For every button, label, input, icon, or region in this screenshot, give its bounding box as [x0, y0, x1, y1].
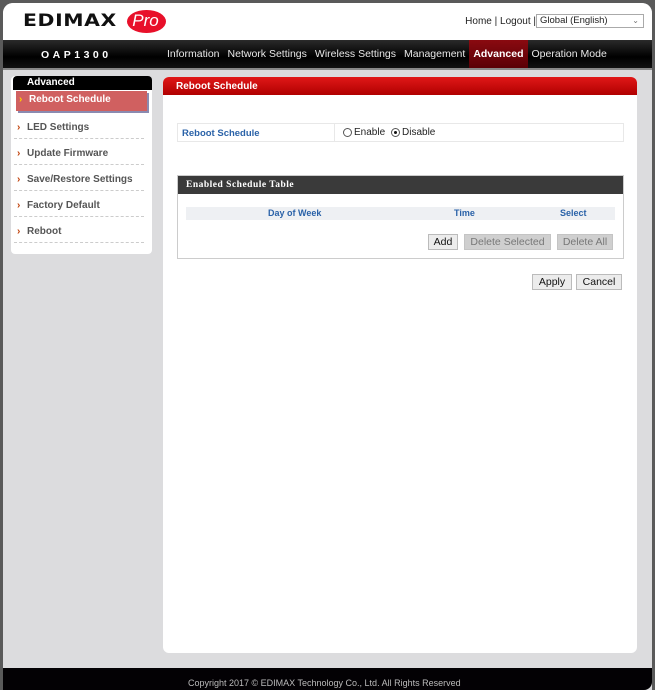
sidebar-item-factory-default[interactable]: › Factory Default: [14, 197, 144, 217]
logout-link[interactable]: Logout: [500, 16, 531, 27]
home-link[interactable]: Home: [465, 16, 492, 27]
add-button[interactable]: Add: [428, 234, 458, 250]
page-frame: EDIMAX Pro Home | Logout | Global (Engli…: [3, 3, 652, 690]
cancel-button[interactable]: Cancel: [576, 274, 622, 290]
disable-label: Disable: [402, 127, 436, 138]
logo-badge: Pro: [127, 9, 166, 33]
sidebar-item-led-settings[interactable]: › LED Settings: [14, 119, 144, 139]
reboot-schedule-label: Reboot Schedule: [182, 128, 260, 139]
language-select[interactable]: Global (English) ⌄: [536, 14, 644, 28]
nav-network-settings[interactable]: Network Settings: [224, 40, 311, 68]
delete-selected-button[interactable]: Delete Selected: [464, 234, 551, 250]
reboot-schedule-row: Reboot Schedule Enable Disable: [177, 123, 624, 142]
footer: Copyright 2017 © EDIMAX Technology Co., …: [3, 668, 652, 690]
main-nav: OAP1300 Information Network Settings Wir…: [3, 40, 652, 70]
sidebar-item-label: Reboot: [27, 226, 62, 237]
schedule-table: Enabled Schedule Table Day of Week Time …: [177, 175, 624, 259]
sidebar-item-label: Save/Restore Settings: [27, 174, 133, 185]
edimax-logo: EDIMAX Pro: [23, 9, 166, 33]
sidebar-title: Advanced: [13, 76, 152, 90]
sidebar-item-save-restore-settings[interactable]: › Save/Restore Settings: [14, 171, 144, 191]
nav-information[interactable]: Information: [163, 40, 224, 68]
separator: |: [494, 16, 498, 27]
sidebar-item-label: LED Settings: [27, 122, 90, 133]
delete-all-button[interactable]: Delete All: [557, 234, 613, 250]
nav-items: Information Network Settings Wireless Se…: [163, 40, 611, 68]
chevron-right-icon: ›: [17, 226, 21, 237]
sidebar-item-label: Factory Default: [27, 200, 100, 211]
column-select: Select: [560, 208, 587, 218]
divider: [334, 124, 335, 141]
sidebar-item-update-firmware[interactable]: › Update Firmware: [14, 145, 144, 165]
copyright-text: Copyright 2017 © EDIMAX Technology Co., …: [188, 678, 461, 688]
nav-management[interactable]: Management: [400, 40, 469, 68]
sidebar-item-reboot-schedule[interactable]: › Reboot Schedule: [16, 91, 147, 111]
disable-radio[interactable]: Disable: [391, 127, 435, 138]
header: EDIMAX Pro Home | Logout | Global (Engli…: [3, 3, 652, 40]
radio-selected-icon: [391, 128, 400, 137]
sidebar-item-reboot[interactable]: › Reboot: [14, 223, 144, 243]
sidebar-item-label: Reboot Schedule: [29, 94, 111, 105]
nav-wireless-settings[interactable]: Wireless Settings: [311, 40, 400, 68]
model-name: OAP1300: [41, 49, 112, 61]
chevron-down-icon: ⌄: [632, 16, 639, 25]
chevron-right-icon: ›: [17, 174, 21, 185]
top-links: Home | Logout |: [465, 16, 536, 27]
content-panel: Reboot Schedule Reboot Schedule Enable D…: [163, 77, 637, 653]
language-value: Global (English): [540, 15, 608, 26]
chevron-right-icon: ›: [17, 200, 21, 211]
logo-text: EDIMAX: [23, 11, 117, 31]
radio-icon: [343, 128, 352, 137]
chevron-right-icon: ›: [17, 148, 21, 159]
nav-advanced[interactable]: Advanced: [469, 40, 528, 68]
sidebar: Advanced › Reboot Schedule › LED Setting…: [11, 76, 152, 254]
nav-operation-mode[interactable]: Operation Mode: [528, 40, 611, 68]
schedule-table-title: Enabled Schedule Table: [178, 176, 623, 194]
enable-label: Enable: [354, 127, 386, 138]
column-day-of-week: Day of Week: [268, 208, 322, 218]
apply-button[interactable]: Apply: [532, 274, 572, 290]
table-header-row: Day of Week Time Select: [186, 207, 615, 220]
column-time: Time: [454, 208, 475, 218]
chevron-right-icon: ›: [17, 122, 21, 133]
sidebar-item-label: Update Firmware: [27, 148, 109, 159]
page-title: Reboot Schedule: [163, 77, 637, 95]
enable-radio[interactable]: Enable: [343, 127, 385, 138]
chevron-right-icon: ›: [19, 94, 23, 105]
